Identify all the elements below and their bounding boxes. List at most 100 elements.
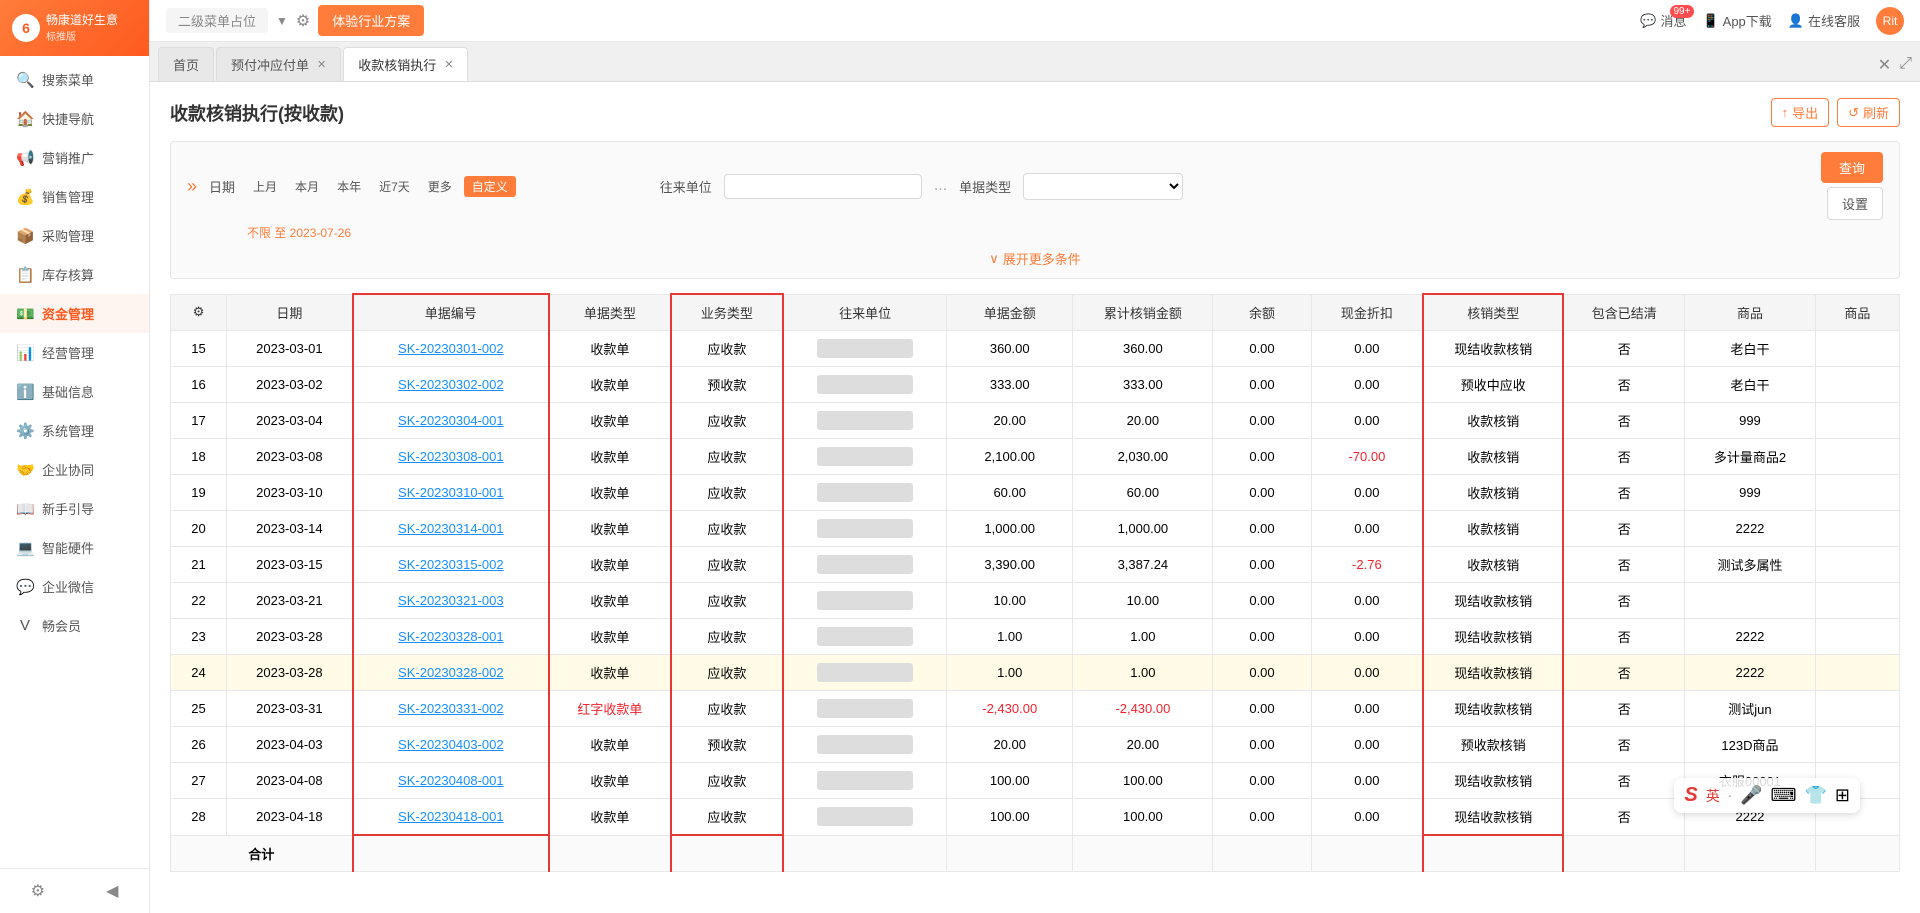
cell-date: 2023-03-28 <box>227 655 353 691</box>
cell-no: 23 <box>171 619 227 655</box>
cell-biz-type: 应收款 <box>671 475 783 511</box>
topbar-message-btn[interactable]: 💬 消息 99+ <box>1640 11 1686 30</box>
filter-date-7days[interactable]: 近7天 <box>373 176 416 197</box>
bill-no-link[interactable]: SK-20230321-003 <box>398 593 504 608</box>
sidebar-item-purchase[interactable]: 📦 采购管理 <box>0 216 149 255</box>
sidebar-item-hardware-label: 智能硬件 <box>42 538 94 557</box>
cell-discount: -70.00 <box>1311 439 1423 475</box>
bill-no-link[interactable]: SK-20230331-002 <box>398 701 504 716</box>
sidebar-menu: 🔍 搜索菜单 🏠 快捷导航 📢 营销推广 💰 销售管理 📦 采购管理 📋 库存核… <box>0 56 149 868</box>
sidebar-item-collab[interactable]: 🤝 企业协同 <box>0 450 149 489</box>
filter-date-more[interactable]: 更多 <box>422 176 458 197</box>
cell-bill-no: SK-20230304-001 <box>353 403 549 439</box>
table-row: 23 2023-03-28 SK-20230328-001 收款单 应收款 ██… <box>171 619 1900 655</box>
topbar-dropdown-icon[interactable]: ▼ <box>276 14 288 28</box>
online-service-btn[interactable]: 👤 在线客服 <box>1788 11 1860 30</box>
sidebar-item-sales[interactable]: 💰 销售管理 <box>0 177 149 216</box>
cell-biz-type: 应收款 <box>671 763 783 799</box>
cell-date: 2023-03-28 <box>227 619 353 655</box>
th-settings[interactable]: ⚙ <box>171 294 227 331</box>
sidebar-item-hardware[interactable]: 💻 智能硬件 <box>0 528 149 567</box>
bill-no-link[interactable]: SK-20230308-001 <box>398 449 504 464</box>
tab-prepay[interactable]: 预付冲应付单 ✕ <box>216 47 341 81</box>
cell-bill-type: 收款单 <box>549 799 671 836</box>
filter-expand-row: ∨ 展开更多条件 <box>187 249 1883 268</box>
cell-include-cleared: 否 <box>1563 727 1684 763</box>
logo-text-block: 畅康道好生意 标推版 <box>46 13 118 44</box>
app-download-btn[interactable]: 📱 App下载 <box>1702 11 1771 30</box>
cell-discount: 0.00 <box>1311 655 1423 691</box>
watermark-shirt-icon[interactable]: 👕 <box>1804 785 1826 806</box>
bill-no-link[interactable]: SK-20230408-001 <box>398 773 504 788</box>
sidebar-item-newuser[interactable]: 📖 新手引导 <box>0 489 149 528</box>
export-button[interactable]: ↑ 导出 <box>1771 98 1830 127</box>
sidebar-item-search[interactable]: 🔍 搜索菜单 <box>0 60 149 99</box>
cell-balance: 0.00 <box>1213 583 1311 619</box>
bill-no-link[interactable]: SK-20230403-002 <box>398 737 504 752</box>
bill-no-link[interactable]: SK-20230310-001 <box>398 485 504 500</box>
cell-amount: 1,000.00 <box>947 511 1073 547</box>
filter-date-custom[interactable]: 自定义 <box>464 176 516 197</box>
refresh-button[interactable]: ↺ 刷新 <box>1837 98 1900 127</box>
filter-date-lastmonth[interactable]: 上月 <box>247 176 283 197</box>
tabbar-expand-icon[interactable]: ⤢ <box>1899 55 1912 75</box>
tab-collection[interactable]: 收款核销执行 ✕ <box>343 47 468 81</box>
bill-no-link[interactable]: SK-20230418-001 <box>398 809 504 824</box>
tab-prepay-close[interactable]: ✕ <box>317 58 326 71</box>
bill-no-link[interactable]: SK-20230328-002 <box>398 665 504 680</box>
tab-collection-close[interactable]: ✕ <box>444 58 453 71</box>
sidebar-item-marketing-label: 营销推广 <box>42 148 94 167</box>
bill-no-link[interactable]: SK-20230304-001 <box>398 413 504 428</box>
cell-bill-no: SK-20230408-001 <box>353 763 549 799</box>
sidebar-item-finance[interactable]: 💵 资金管理 <box>0 294 149 333</box>
cell-product2 <box>1815 511 1899 547</box>
industry-solution-button[interactable]: 体验行业方案 <box>318 5 424 36</box>
sidebar-item-wechat[interactable]: 💬 企业微信 <box>0 567 149 606</box>
filter-expand-btn[interactable]: ∨ 展开更多条件 <box>989 249 1081 268</box>
main-content: 二级菜单占位 ▼ ⚙ 体验行业方案 💬 消息 99+ 📱 App下载 👤 在线客… <box>150 0 1920 913</box>
sidebar-item-operation[interactable]: 📊 经营管理 <box>0 333 149 372</box>
sidebar-item-marketing[interactable]: 📢 营销推广 <box>0 138 149 177</box>
settings-button[interactable]: 设置 <box>1827 187 1883 220</box>
collab-icon: 🤝 <box>16 461 34 479</box>
cell-bill-no: SK-20230308-001 <box>353 439 549 475</box>
bill-no-link[interactable]: SK-20230314-001 <box>398 521 504 536</box>
cell-biz-type: 应收款 <box>671 619 783 655</box>
topbar-breadcrumb: 二级菜单占位 <box>166 8 268 33</box>
watermark-grid-icon[interactable]: ⊞ <box>1835 785 1850 806</box>
bill-no-link[interactable]: SK-20230302-002 <box>398 377 504 392</box>
sidebar-item-inventory[interactable]: 📋 库存核算 <box>0 255 149 294</box>
cell-date: 2023-03-31 <box>227 691 353 727</box>
bill-no-link[interactable]: SK-20230301-002 <box>398 341 504 356</box>
home-icon: 🏠 <box>16 110 34 128</box>
tab-home[interactable]: 首页 <box>158 47 214 81</box>
watermark-keyboard-icon[interactable]: ⌨ <box>1771 785 1797 806</box>
sidebar-item-member[interactable]: V 畅会员 <box>0 606 149 645</box>
cell-no: 19 <box>171 475 227 511</box>
filter-toggle-icon[interactable]: » <box>187 176 197 197</box>
sidebar-item-system[interactable]: ⚙️ 系统管理 <box>0 411 149 450</box>
sidebar-collapse-btn[interactable]: ◀ <box>98 877 126 905</box>
cell-discount: -2.76 <box>1311 547 1423 583</box>
filter-partner-input[interactable] <box>724 174 922 199</box>
cell-balance: 0.00 <box>1213 439 1311 475</box>
watermark-mic-icon[interactable]: 🎤 <box>1740 785 1762 806</box>
user-avatar[interactable]: Rit <box>1876 7 1904 35</box>
filter-date-thismonth[interactable]: 本月 <box>289 176 325 197</box>
filter-date-thisyear[interactable]: 本年 <box>331 176 367 197</box>
filter-billtype-select[interactable] <box>1023 173 1183 200</box>
cell-biz-type: 应收款 <box>671 655 783 691</box>
sidebar-item-quicknav[interactable]: 🏠 快捷导航 <box>0 99 149 138</box>
bill-no-link[interactable]: SK-20230328-001 <box>398 629 504 644</box>
sidebar-item-basic[interactable]: ℹ️ 基础信息 <box>0 372 149 411</box>
query-button[interactable]: 查询 <box>1821 152 1883 183</box>
cell-product2 <box>1815 475 1899 511</box>
tabbar-close-icon[interactable]: ✕ <box>1878 55 1891 75</box>
th-discount: 现金折扣 <box>1311 294 1423 331</box>
cell-bill-type: 收款单 <box>549 547 671 583</box>
bill-no-link[interactable]: SK-20230315-002 <box>398 557 504 572</box>
topbar-settings-icon[interactable]: ⚙ <box>296 11 310 31</box>
cell-include-cleared: 否 <box>1563 619 1684 655</box>
sidebar-settings-btn[interactable]: ⚙ <box>23 877 53 905</box>
th-balance: 余额 <box>1213 294 1311 331</box>
